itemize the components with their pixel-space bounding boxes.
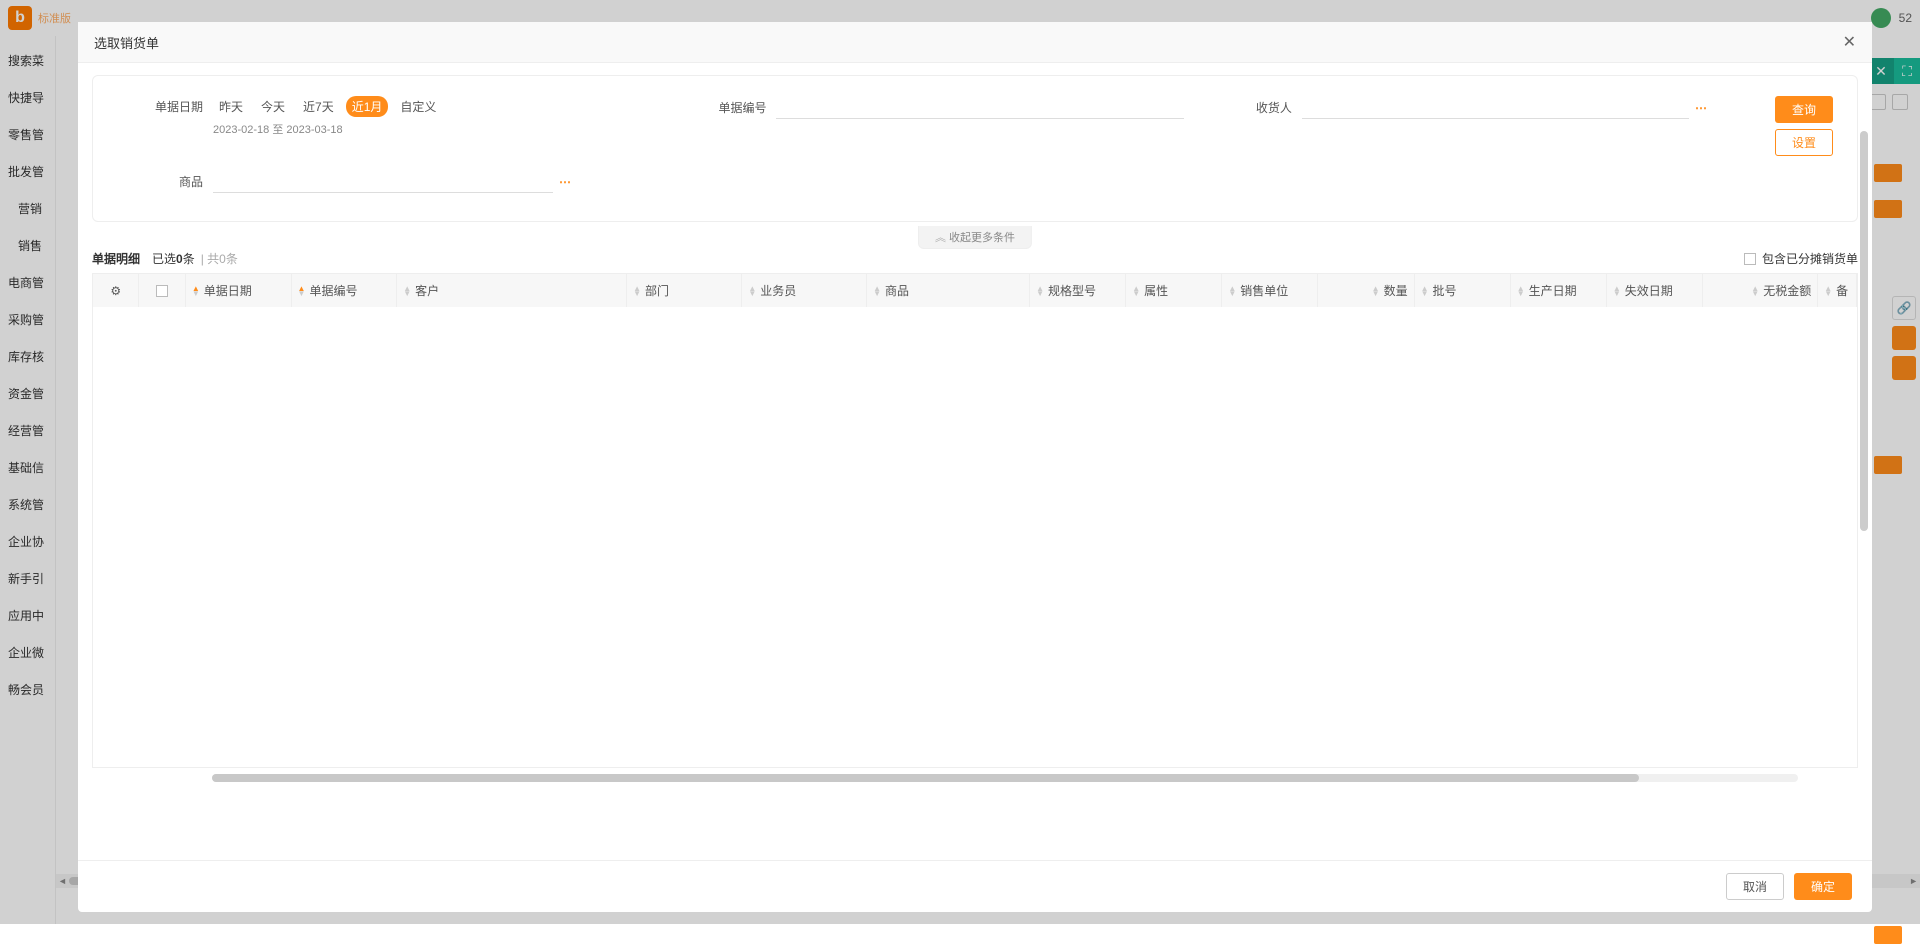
product-more-icon[interactable]: ⋯ — [553, 175, 577, 189]
include-dispatched-checkbox[interactable] — [1744, 253, 1756, 265]
col-mfg-date[interactable]: ▲▼生产日期 — [1511, 274, 1607, 307]
col-remark[interactable]: ▲▼备 — [1818, 274, 1857, 307]
select-all-checkbox[interactable] — [156, 285, 168, 297]
modal-title: 选取销货单 — [94, 33, 159, 52]
modal-footer: 取消 确定 — [78, 860, 1872, 912]
cancel-button[interactable]: 取消 — [1726, 873, 1784, 900]
list-header: 单据明细 已选0条 | 共0条 包含已分摊销货单 — [92, 250, 1858, 267]
filter-label-date: 单据日期 — [117, 98, 203, 115]
date-quick-custom[interactable]: 自定义 — [394, 96, 442, 117]
table-horizontal-scrollbar[interactable] — [92, 772, 1858, 784]
date-range-text: 2023-02-18 至 2023-03-18 — [213, 121, 655, 137]
include-dispatched-label: 包含已分摊销货单 — [1762, 250, 1858, 267]
receiver-more-icon[interactable]: ⋯ — [1689, 101, 1713, 115]
col-product[interactable]: ▲▼商品 — [867, 274, 1030, 307]
col-customer[interactable]: ▲▼客户 — [397, 274, 627, 307]
table-header: ⚙ ▲▼单据日期 ▲▼单据编号 ▲▼客户 ▲▼部门 ▲▼业务员 ▲▼商品 ▲▼规… — [93, 274, 1857, 307]
modal-vertical-scrollbar[interactable] — [1860, 131, 1870, 780]
selected-count: 已选0条 — [152, 250, 201, 267]
date-quick-1month[interactable]: 近1月 — [346, 96, 389, 117]
scrollbar-thumb[interactable] — [212, 774, 1639, 782]
result-table: ⚙ ▲▼单据日期 ▲▼单据编号 ▲▼客户 ▲▼部门 ▲▼业务员 ▲▼商品 ▲▼规… — [92, 273, 1858, 768]
total-count: | 共0条 — [201, 250, 238, 267]
date-quick-yesterday[interactable]: 昨天 — [213, 96, 249, 117]
col-exp-date[interactable]: ▲▼失效日期 — [1607, 274, 1703, 307]
date-quick-group: 昨天 今天 近7天 近1月 自定义 — [213, 96, 442, 117]
scrollbar-thumb[interactable] — [1860, 131, 1868, 531]
date-quick-7days[interactable]: 近7天 — [297, 96, 340, 117]
col-salesman[interactable]: ▲▼业务员 — [742, 274, 867, 307]
select-sales-order-modal: 选取销货单 ✕ 单据日期 昨天 今天 近7天 近1月 自定义 — [78, 22, 1872, 912]
col-qty[interactable]: ▲▼数量 — [1318, 274, 1414, 307]
close-icon[interactable]: ✕ — [1843, 32, 1856, 52]
chevron-up-icon: ︽ — [935, 232, 946, 244]
product-input[interactable] — [213, 170, 553, 193]
list-detail-label: 单据明细 — [92, 250, 152, 267]
table-body-empty — [93, 307, 1857, 767]
filter-label-product: 商品 — [117, 173, 203, 190]
col-dept[interactable]: ▲▼部门 — [627, 274, 742, 307]
col-unit[interactable]: ▲▼销售单位 — [1222, 274, 1318, 307]
column-settings-icon[interactable]: ⚙ — [93, 274, 139, 307]
filter-label-receiver: 收货人 — [1224, 99, 1292, 116]
date-quick-today[interactable]: 今天 — [255, 96, 291, 117]
filter-panel: 单据日期 昨天 今天 近7天 近1月 自定义 2023-02-18 至 2023… — [92, 75, 1858, 222]
gear-icon: ⚙ — [110, 284, 121, 298]
doc-no-input[interactable] — [776, 96, 1183, 119]
col-doc-date[interactable]: ▲▼单据日期 — [186, 274, 292, 307]
filter-label-docno: 单据编号 — [695, 99, 767, 116]
col-attr[interactable]: ▲▼属性 — [1126, 274, 1222, 307]
bg-action-tag[interactable] — [1874, 926, 1902, 944]
settings-button[interactable]: 设置 — [1775, 129, 1833, 156]
search-button[interactable]: 查询 — [1775, 96, 1833, 123]
col-doc-no[interactable]: ▲▼单据编号 — [292, 274, 398, 307]
col-batch[interactable]: ▲▼批号 — [1415, 274, 1511, 307]
col-spec[interactable]: ▲▼规格型号 — [1030, 274, 1126, 307]
modal-header: 选取销货单 ✕ — [78, 22, 1872, 63]
ok-button[interactable]: 确定 — [1794, 873, 1852, 900]
collapse-filters-toggle[interactable]: ︽ 收起更多条件 — [918, 226, 1032, 249]
receiver-input[interactable] — [1302, 96, 1689, 119]
col-amount-no-tax[interactable]: ▲▼无税金额 — [1703, 274, 1818, 307]
